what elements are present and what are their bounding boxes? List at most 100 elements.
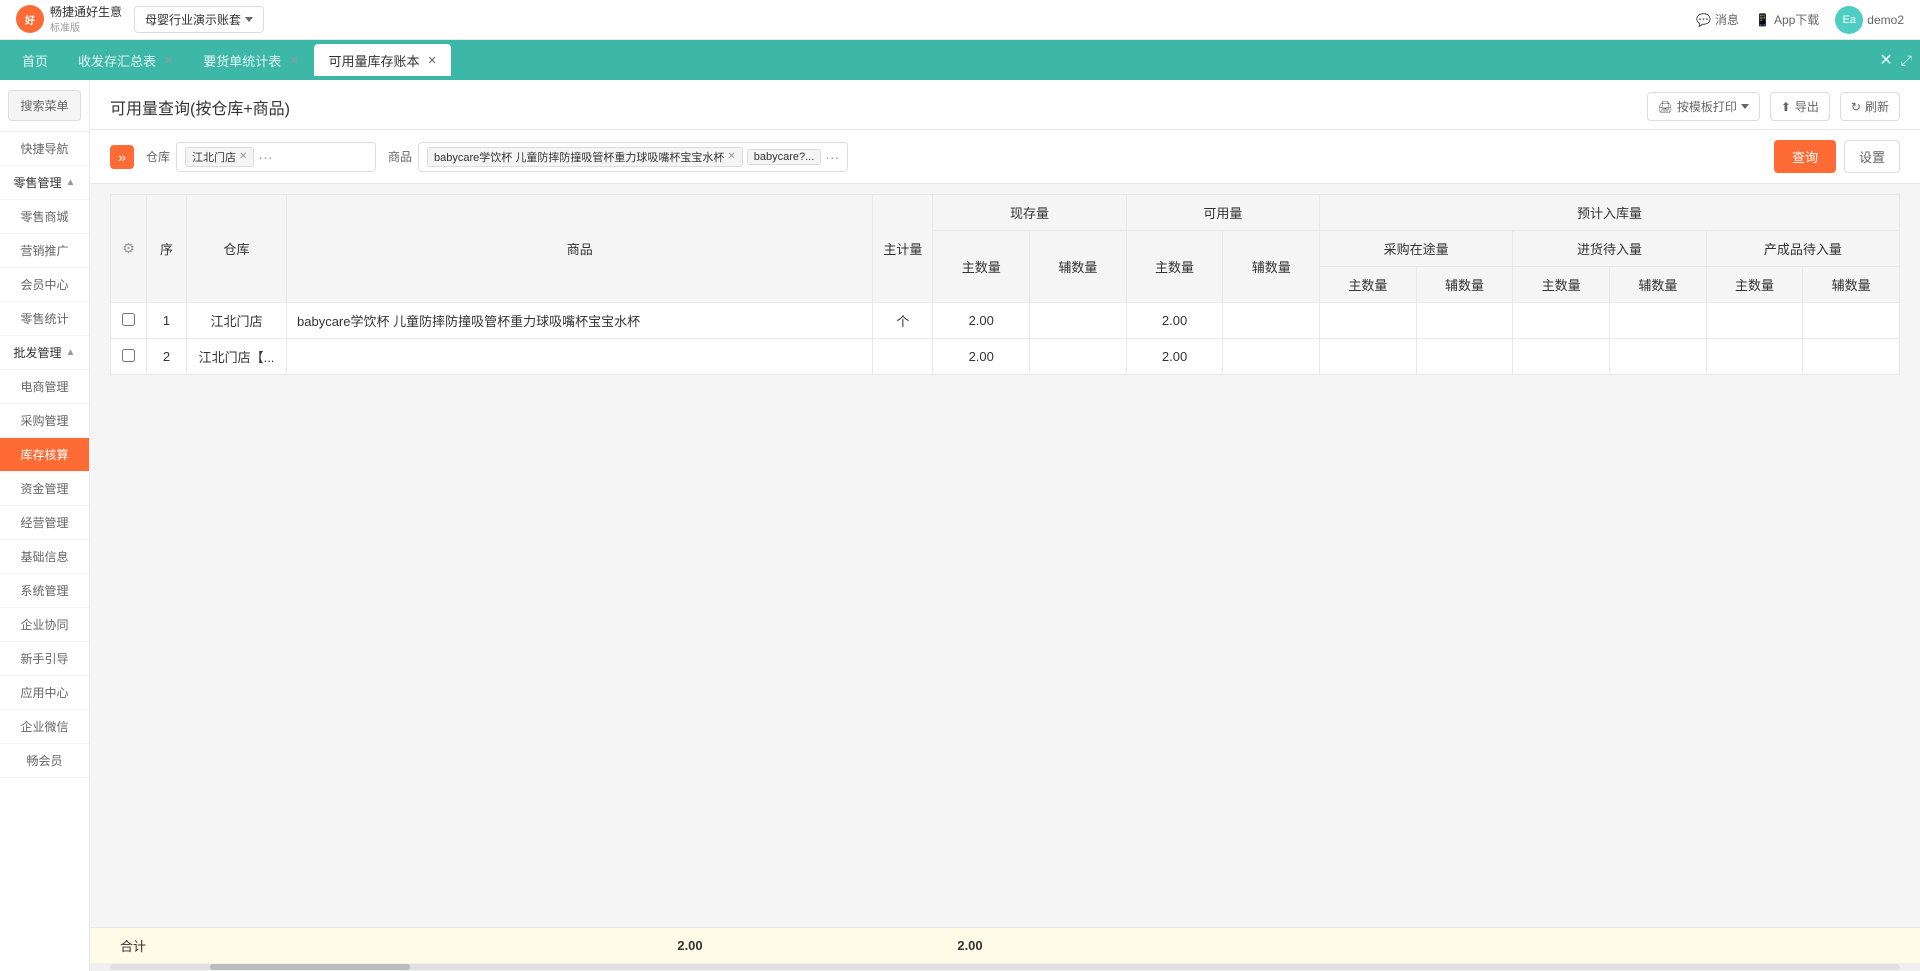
table-row: 2 江北门店【... 2.00 2.00 xyxy=(111,339,1900,375)
cell-no: 1 xyxy=(147,303,187,339)
filter-product-tag1: babycare学饮杯 儿童防摔防撞吸管杯重力球吸嘴杯宝宝水杯 ✕ xyxy=(427,147,743,167)
cell-checkbox[interactable] xyxy=(111,303,147,339)
th-product: 商品 xyxy=(287,195,873,303)
tab-receipt-label: 收发存汇总表 xyxy=(78,51,156,70)
sidebar-item-retail-shop[interactable]: 零售商城 xyxy=(0,200,89,234)
cell-no: 2 xyxy=(147,339,187,375)
user-name: demo2 xyxy=(1867,13,1904,27)
sidebar-search-btn[interactable]: 搜索菜单 xyxy=(8,90,81,121)
sidebar-item-system[interactable]: 系统管理 xyxy=(0,574,89,608)
refresh-label: 刷新 xyxy=(1865,98,1889,115)
cell-incoming-main xyxy=(1513,303,1610,339)
query-btn[interactable]: 查询 xyxy=(1774,140,1836,173)
top-bar-right: 💬 消息 📱 App下载 Ea demo2 xyxy=(1696,6,1904,34)
filter-product-value1: babycare学饮杯 儿童防摔防撞吸管杯重力球吸嘴杯宝宝水杯 xyxy=(434,149,724,165)
scrollbar-thumb[interactable] xyxy=(210,964,410,970)
sidebar-item-marketing[interactable]: 营销推广 xyxy=(0,234,89,268)
user-menu[interactable]: Ea demo2 xyxy=(1835,6,1904,34)
cell-avail-sub xyxy=(1223,303,1320,339)
app-download-btn[interactable]: 📱 App下载 xyxy=(1755,11,1819,28)
sidebar-item-inventory[interactable]: 库存核算 xyxy=(0,438,89,472)
filter-product1-remove-btn[interactable]: ✕ xyxy=(727,151,735,162)
cell-stock-main: 2.00 xyxy=(933,303,1030,339)
cell-checkbox[interactable] xyxy=(111,339,147,375)
tab-home[interactable]: 首页 xyxy=(8,44,62,76)
message-btn[interactable]: 💬 消息 xyxy=(1696,11,1739,28)
app-icon: 📱 xyxy=(1755,13,1770,27)
sidebar-item-ecommerce[interactable]: 电商管理 xyxy=(0,370,89,404)
content-area: 可用量查询(按仓库+商品) 🖨 按模板打印 ⬆ 导出 ↻ 刷新 » xyxy=(90,80,1920,971)
th-purchase-sub: 辅数量 xyxy=(1416,267,1513,303)
filter-warehouse-value: 江北门店 xyxy=(192,149,236,165)
wholesale-label: 批发管理 xyxy=(14,344,62,361)
table-footer: 合计 2.00 2.00 xyxy=(90,927,1920,963)
sidebar-item-quick-nav[interactable]: 快捷导航 xyxy=(0,132,89,166)
cell-stock-sub xyxy=(1030,303,1127,339)
nav-expand-btn[interactable]: ⤢ xyxy=(1901,52,1912,69)
sidebar-item-wechat[interactable]: 企业微信 xyxy=(0,710,89,744)
data-table: ⚙ 序 仓库 商品 主计量 现存量 可用量 预计入库量 主数量 辅数量 主数量 xyxy=(110,194,1900,375)
table-row: 1 江北门店 babycare学饮杯 儿童防摔防撞吸管杯重力球吸嘴杯宝宝水杯 个… xyxy=(111,303,1900,339)
avatar-text: Ea xyxy=(1843,14,1856,26)
sidebar-item-members[interactable]: 会员中心 xyxy=(0,268,89,302)
tab-available-label: 可用量库存账本 xyxy=(328,51,419,70)
gear-icon[interactable]: ⚙ xyxy=(122,240,135,256)
tab-home-label: 首页 xyxy=(22,51,48,70)
th-available-group: 可用量 xyxy=(1126,195,1319,231)
tab-available-close[interactable]: ✕ xyxy=(428,54,437,67)
scrollbar-track[interactable] xyxy=(110,964,1900,970)
sidebar: 搜索菜单 快捷导航 零售管理 ▲ 零售商城 营销推广 会员中心 零售统计 批发管… xyxy=(0,80,90,971)
cell-product xyxy=(287,339,873,375)
sidebar-item-enterprise[interactable]: 企业协同 xyxy=(0,608,89,642)
retail-chevron-icon: ▲ xyxy=(66,177,76,188)
industry-selector[interactable]: 母婴行业演示账套 xyxy=(134,6,264,33)
table-container: ⚙ 序 仓库 商品 主计量 现存量 可用量 预计入库量 主数量 辅数量 主数量 xyxy=(90,184,1920,927)
nav-tabs-right: ✕ ⤢ xyxy=(1879,50,1912,70)
filter-warehouse-input[interactable]: 江北门店 ✕ ··· xyxy=(176,142,376,172)
sidebar-item-vip[interactable]: 畅会员 xyxy=(0,744,89,778)
nav-close-all-btn[interactable]: ✕ xyxy=(1879,50,1892,70)
logo-subtitle: 标准版 xyxy=(50,19,122,34)
scrollbar-wrap xyxy=(90,963,1920,971)
sidebar-item-retail-stats[interactable]: 零售统计 xyxy=(0,302,89,336)
th-purchase-transit: 采购在途量 xyxy=(1320,231,1513,267)
filter-warehouse-label: 仓库 xyxy=(146,148,170,165)
tab-receipt-summary[interactable]: 收发存汇总表 ✕ xyxy=(64,44,187,76)
filter-warehouse-remove-btn[interactable]: ✕ xyxy=(239,151,247,162)
print-template-btn[interactable]: 🖨 按模板打印 xyxy=(1647,92,1760,121)
cell-warehouse: 江北门店 xyxy=(187,303,287,339)
tab-receipt-close[interactable]: ✕ xyxy=(164,54,173,67)
retail-label: 零售管理 xyxy=(14,174,62,191)
th-incoming: 进货待入量 xyxy=(1513,231,1706,267)
th-production-main: 主数量 xyxy=(1706,267,1803,303)
sidebar-item-basic-info[interactable]: 基础信息 xyxy=(0,540,89,574)
filter-product-input[interactable]: babycare学饮杯 儿童防摔防撞吸管杯重力球吸嘴杯宝宝水杯 ✕ babyca… xyxy=(418,142,848,172)
print-chevron-icon xyxy=(1741,104,1749,109)
sidebar-item-retail[interactable]: 零售管理 ▲ xyxy=(0,166,89,200)
footer-values: 2.00 2.00 xyxy=(230,938,1900,953)
filter-product-more[interactable]: ··· xyxy=(825,149,839,165)
cell-purchase-sub xyxy=(1416,339,1513,375)
cell-warehouse: 江北门店【... xyxy=(187,339,287,375)
filter-expand-btn[interactable]: » xyxy=(110,145,134,169)
filter-settings-btn[interactable]: 设置 xyxy=(1844,140,1900,173)
message-icon: 💬 xyxy=(1696,13,1711,27)
cell-production-sub xyxy=(1803,303,1900,339)
sidebar-item-purchase[interactable]: 采购管理 xyxy=(0,404,89,438)
tab-order-close[interactable]: ✕ xyxy=(289,54,298,67)
sidebar-item-appcenter[interactable]: 应用中心 xyxy=(0,676,89,710)
tab-available-inventory[interactable]: 可用量库存账本 ✕ xyxy=(314,44,450,76)
sidebar-item-wholesale[interactable]: 批发管理 ▲ xyxy=(0,336,89,370)
filter-warehouse-more[interactable]: ··· xyxy=(258,149,272,165)
sidebar-item-newbie[interactable]: 新手引导 xyxy=(0,642,89,676)
top-bar-left: 好 畅捷通好生意 标准版 母婴行业演示账套 xyxy=(16,5,264,34)
message-label: 消息 xyxy=(1715,11,1739,28)
tab-order-stats[interactable]: 要货单统计表 ✕ xyxy=(189,44,312,76)
sidebar-item-operations[interactable]: 经营管理 xyxy=(0,506,89,540)
sidebar-item-finance[interactable]: 资金管理 xyxy=(0,472,89,506)
th-production: 产成品待入量 xyxy=(1706,231,1899,267)
export-btn[interactable]: ⬆ 导出 xyxy=(1770,92,1830,121)
cell-unit xyxy=(873,339,933,375)
refresh-icon: ↻ xyxy=(1851,100,1861,114)
refresh-btn[interactable]: ↻ 刷新 xyxy=(1840,92,1900,121)
